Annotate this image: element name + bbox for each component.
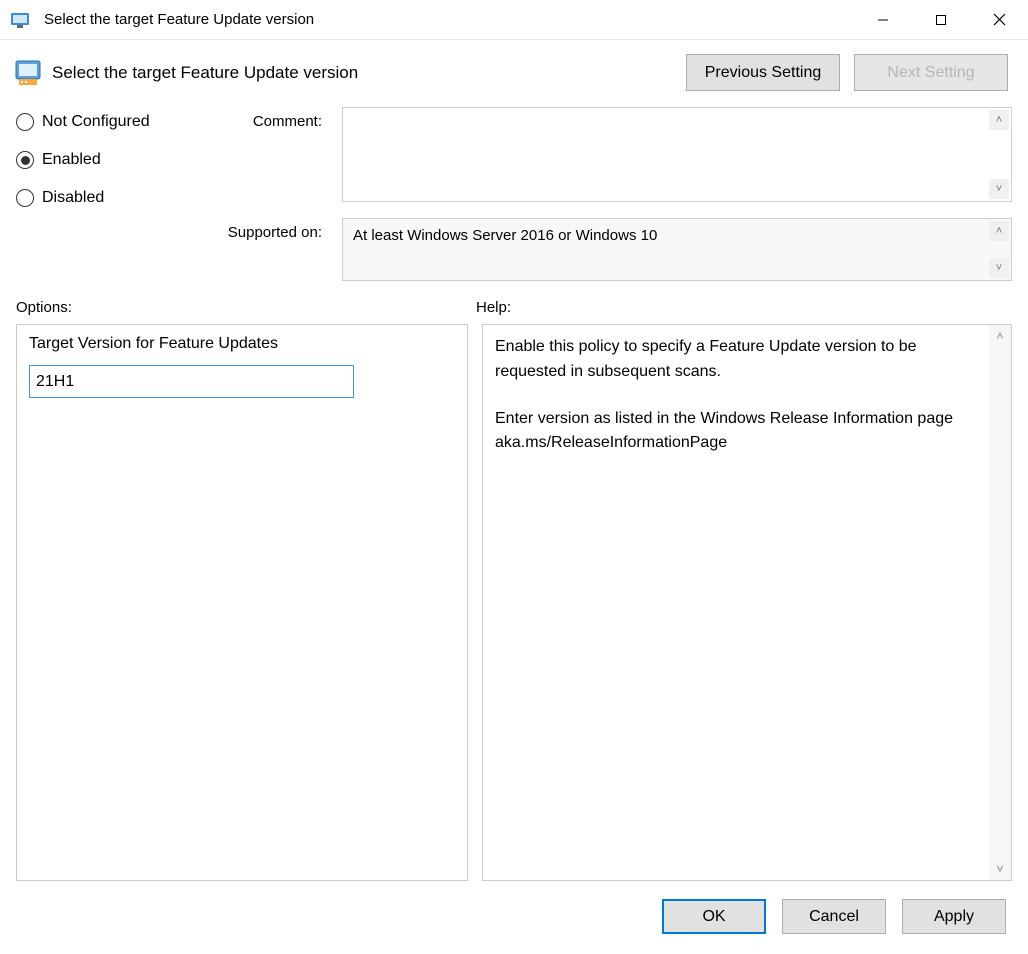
radio-enabled[interactable]: Enabled [16,151,186,169]
options-panel: Target Version for Feature Updates [16,324,468,881]
radio-label: Not Configured [42,113,150,131]
comment-label: Comment: [206,113,322,208]
options-label: Options: [16,299,476,316]
minimize-button[interactable] [854,0,912,39]
scroll-up-icon[interactable]: ˄ [989,221,1009,241]
radio-not-configured[interactable]: Not Configured [16,113,186,131]
header-title: Select the target Feature Update version [52,63,358,83]
state-radio-group: Not Configured Enabled Disabled [16,107,186,281]
scroll-up-icon[interactable]: ˄ [989,110,1009,130]
close-button[interactable] [970,0,1028,39]
app-icon [8,8,32,32]
policy-icon [14,59,42,87]
scroll-up-icon[interactable]: ˄ [989,325,1011,347]
scroll-down-icon[interactable]: ˅ [989,858,1011,880]
radio-icon [16,189,34,207]
header-row: Select the target Feature Update version… [0,40,1028,101]
target-version-input[interactable] [29,365,354,398]
target-version-label: Target Version for Feature Updates [29,335,455,353]
help-paragraph: Enter version as listed in the Windows R… [495,407,981,457]
radio-icon-selected [16,151,34,169]
title-bar: Select the target Feature Update version [0,0,1028,40]
mid-labels: Options: Help: [0,287,1028,324]
cancel-button[interactable]: Cancel [782,899,886,934]
supported-value: At least Windows Server 2016 or Windows … [353,227,657,244]
radio-icon [16,113,34,131]
maximize-button[interactable] [912,0,970,39]
radio-disabled[interactable]: Disabled [16,189,186,207]
help-paragraph: Enable this policy to specify a Feature … [495,335,981,385]
panels-row: Target Version for Feature Updates Enabl… [0,324,1028,881]
upper-section: Not Configured Enabled Disabled Comment:… [0,101,1028,287]
apply-button[interactable]: Apply [902,899,1006,934]
previous-setting-button[interactable]: Previous Setting [686,54,840,91]
scroll-down-icon[interactable]: ˅ [989,258,1009,278]
comment-field[interactable]: ˄ ˅ [342,107,1012,202]
help-panel: Enable this policy to specify a Feature … [482,324,1012,881]
help-label: Help: [476,299,511,316]
help-scrollbar[interactable]: ˄ ˅ [989,325,1011,880]
next-setting-button: Next Setting [854,54,1008,91]
radio-label: Enabled [42,151,101,169]
radio-label: Disabled [42,189,104,207]
help-text: Enable this policy to specify a Feature … [495,335,981,456]
supported-label: Supported on: [206,224,322,241]
supported-field: At least Windows Server 2016 or Windows … [342,218,1012,281]
window-title: Select the target Feature Update version [44,11,314,28]
ok-button[interactable]: OK [662,899,766,934]
footer-buttons: OK Cancel Apply [0,881,1028,954]
window-controls [854,0,1028,39]
scroll-down-icon[interactable]: ˅ [989,179,1009,199]
